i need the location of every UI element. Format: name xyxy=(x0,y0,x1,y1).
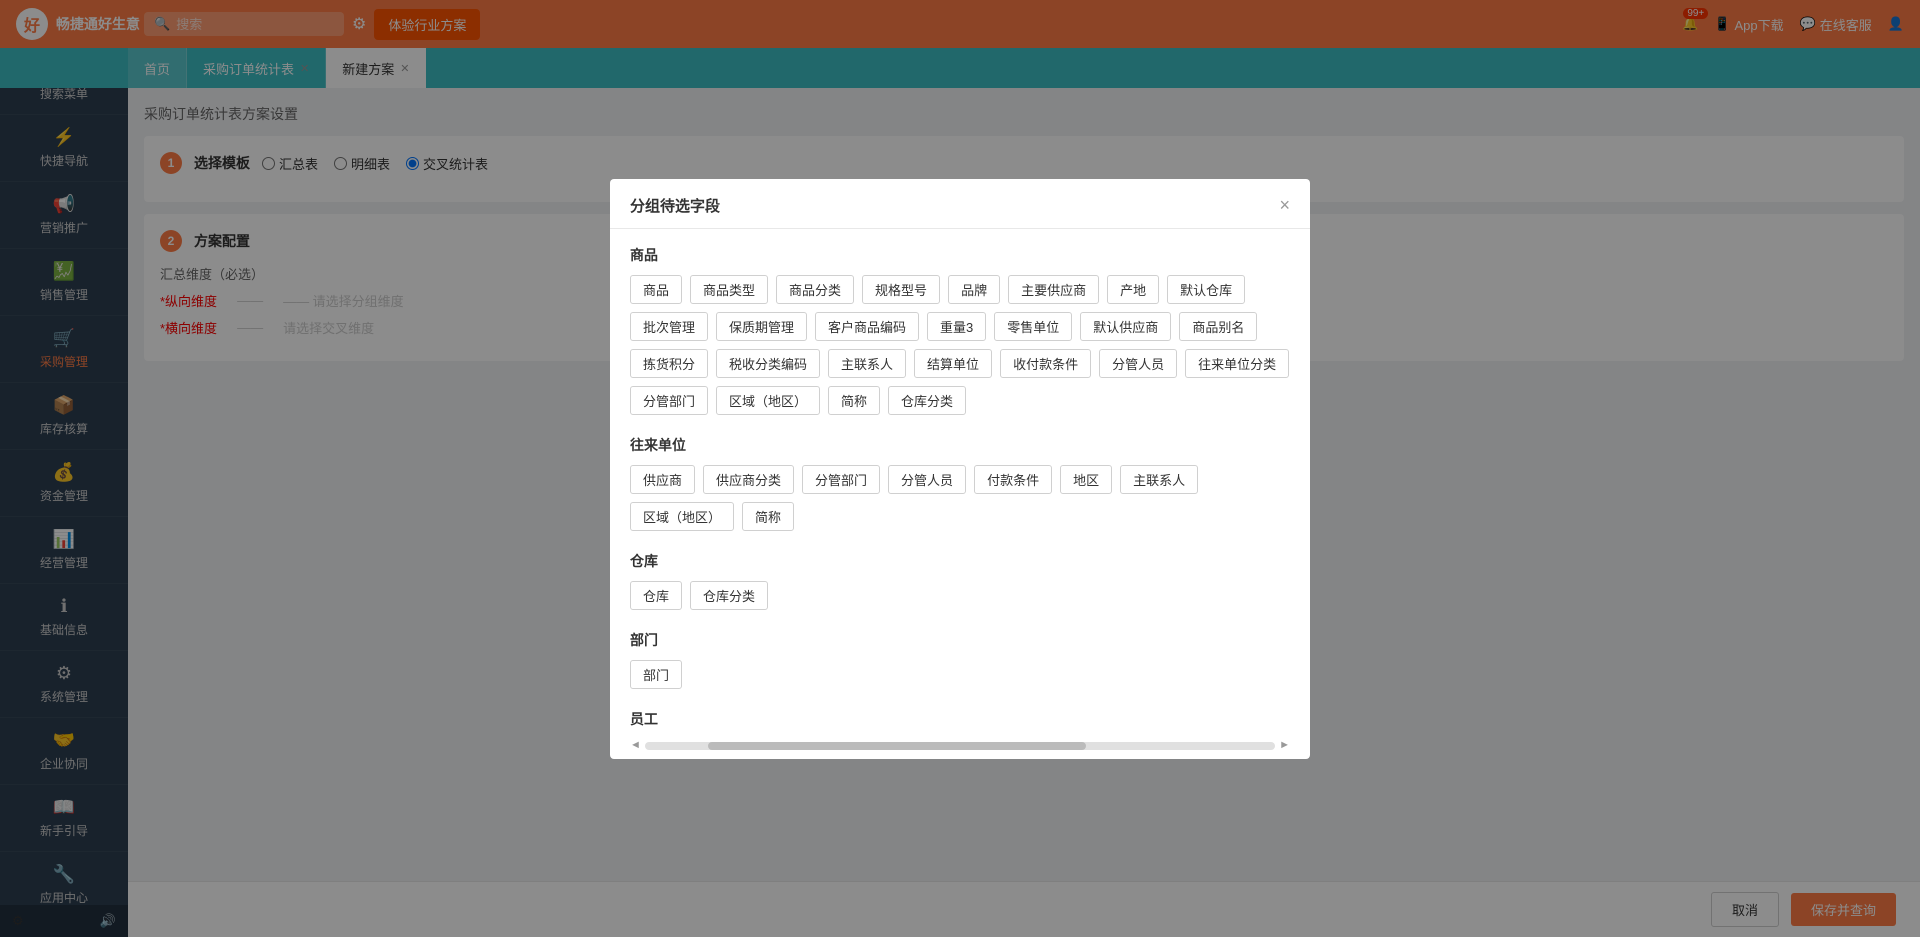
field-tag[interactable]: 往来单位分类 xyxy=(1185,349,1289,378)
field-grid-warehouse: 仓库仓库分类 xyxy=(630,581,1290,610)
field-selection-modal: 分组待选字段 × 商品商品商品类型商品分类规格型号品牌主要供应商产地默认仓库批次… xyxy=(610,179,1310,759)
field-tag[interactable]: 产地 xyxy=(1107,275,1159,304)
field-tag[interactable]: 部门 xyxy=(630,660,682,689)
modal-header: 分组待选字段 × xyxy=(610,179,1310,229)
field-grid-department: 部门 xyxy=(630,660,1290,689)
field-tag[interactable]: 批次管理 xyxy=(630,312,708,341)
field-tag[interactable]: 区域（地区） xyxy=(630,502,734,531)
field-tag[interactable]: 规格型号 xyxy=(862,275,940,304)
field-tag[interactable]: 客户商品编码 xyxy=(815,312,919,341)
field-tag[interactable]: 商品类型 xyxy=(690,275,768,304)
field-tag[interactable]: 主联系人 xyxy=(1120,465,1198,494)
field-tag[interactable]: 主要供应商 xyxy=(1008,275,1099,304)
field-tag[interactable]: 收付款条件 xyxy=(1000,349,1091,378)
section-partner: 往来单位供应商供应商分类分管部门分管人员付款条件地区主联系人区域（地区） 简称 xyxy=(630,435,1290,531)
field-tag[interactable]: 商品分类 xyxy=(776,275,854,304)
scroll-left-btn[interactable]: ◄ xyxy=(630,739,641,751)
field-tag[interactable]: 仓库分类 xyxy=(690,581,768,610)
field-tag[interactable]: 保质期管理 xyxy=(716,312,807,341)
field-tag[interactable]: 分管部门 xyxy=(802,465,880,494)
modal-body: 商品商品商品类型商品分类规格型号品牌主要供应商产地默认仓库批次管理保质期管理客户… xyxy=(610,229,1310,735)
field-tag[interactable]: 结算单位 xyxy=(914,349,992,378)
field-tag[interactable]: 供应商 xyxy=(630,465,695,494)
section-title-employee: 员工 xyxy=(630,709,1290,729)
field-tag[interactable]: 品牌 xyxy=(948,275,1000,304)
scroll-thumb xyxy=(708,742,1086,750)
field-grid-partner: 供应商供应商分类分管部门分管人员付款条件地区主联系人区域（地区） 简称 xyxy=(630,465,1290,531)
field-tag[interactable]: 分管部门 xyxy=(630,386,708,415)
field-grid-goods: 商品商品类型商品分类规格型号品牌主要供应商产地默认仓库批次管理保质期管理客户商品… xyxy=(630,275,1290,415)
field-tag[interactable]: 商品别名 xyxy=(1179,312,1257,341)
field-tag[interactable]: 地区 xyxy=(1060,465,1112,494)
scroll-right-btn[interactable]: ► xyxy=(1279,739,1290,751)
field-tag[interactable]: 付款条件 xyxy=(974,465,1052,494)
field-tag[interactable]: 简称 xyxy=(742,502,794,531)
field-tag[interactable]: 商品 xyxy=(630,275,682,304)
horizontal-scrollbar[interactable] xyxy=(645,742,1275,750)
field-tag[interactable]: 区域（地区） xyxy=(716,386,820,415)
field-tag[interactable]: 分管人员 xyxy=(1099,349,1177,378)
field-tag[interactable]: 默认供应商 xyxy=(1080,312,1171,341)
field-tag[interactable]: 重量3 xyxy=(927,312,986,341)
section-title-goods: 商品 xyxy=(630,245,1290,265)
modal-title: 分组待选字段 xyxy=(630,195,720,216)
field-tag[interactable]: 默认仓库 xyxy=(1167,275,1245,304)
field-tag[interactable]: 拣货积分 xyxy=(630,349,708,378)
section-employee: 员工业务员 xyxy=(630,709,1290,735)
section-goods: 商品商品商品类型商品分类规格型号品牌主要供应商产地默认仓库批次管理保质期管理客户… xyxy=(630,245,1290,415)
field-tag[interactable]: 税收分类编码 xyxy=(716,349,820,378)
field-tag[interactable]: 简称 xyxy=(828,386,880,415)
modal-scrollbar-area: ◄ ► xyxy=(610,735,1310,759)
field-tag[interactable]: 零售单位 xyxy=(994,312,1072,341)
field-tag[interactable]: 仓库 xyxy=(630,581,682,610)
section-department: 部门部门 xyxy=(630,630,1290,689)
field-tag[interactable]: 主联系人 xyxy=(828,349,906,378)
section-title-department: 部门 xyxy=(630,630,1290,650)
modal-overlay: 分组待选字段 × 商品商品商品类型商品分类规格型号品牌主要供应商产地默认仓库批次… xyxy=(0,0,1920,937)
field-tag[interactable]: 仓库分类 xyxy=(888,386,966,415)
section-title-partner: 往来单位 xyxy=(630,435,1290,455)
section-warehouse: 仓库仓库仓库分类 xyxy=(630,551,1290,610)
field-tag[interactable]: 供应商分类 xyxy=(703,465,794,494)
section-title-warehouse: 仓库 xyxy=(630,551,1290,571)
field-tag[interactable]: 分管人员 xyxy=(888,465,966,494)
modal-close-button[interactable]: × xyxy=(1279,195,1290,216)
